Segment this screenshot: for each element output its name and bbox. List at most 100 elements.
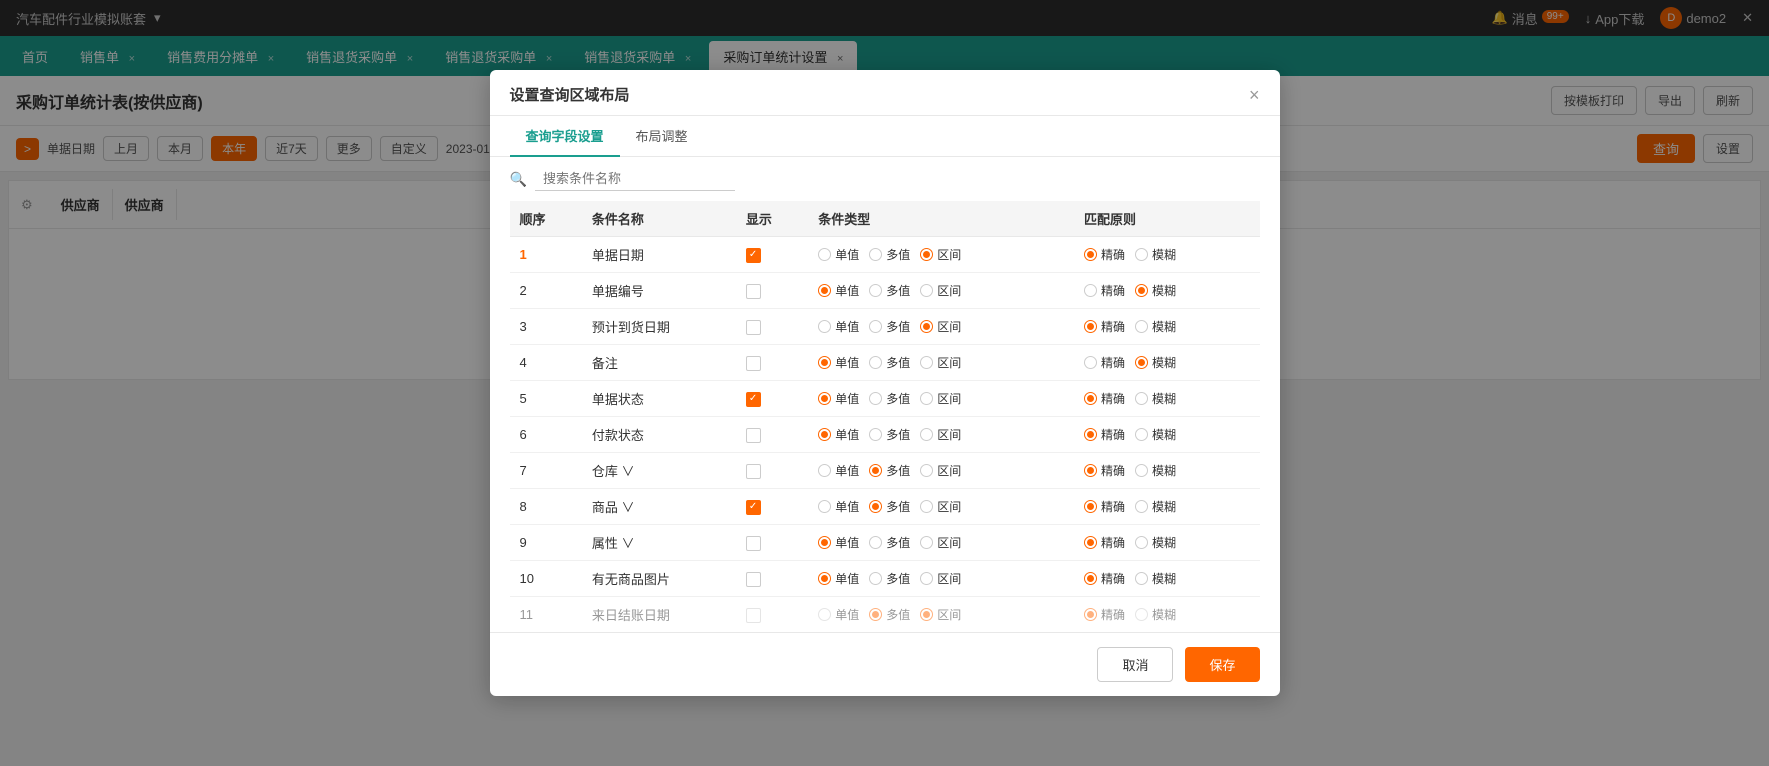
match-exact-radio[interactable] <box>1084 428 1097 441</box>
match-fuzzy-radio[interactable] <box>1135 356 1148 369</box>
row-match-cell: 精确模糊 <box>1074 489 1260 525</box>
type-multi-radio[interactable] <box>869 284 882 297</box>
match-fuzzy-radio[interactable] <box>1135 320 1148 333</box>
match-fuzzy-label: 模糊 <box>1152 246 1176 263</box>
match-exact-radio[interactable] <box>1084 392 1097 405</box>
type-range-radio[interactable] <box>920 320 933 333</box>
type-single-radio[interactable] <box>818 464 831 477</box>
row-condition-name: 商品 ∨ <box>582 489 736 525</box>
match-exact-radio[interactable] <box>1084 284 1097 297</box>
match-exact-label: 精确 <box>1101 354 1125 371</box>
type-range-label: 区间 <box>937 318 961 335</box>
type-single-radio[interactable] <box>818 500 831 513</box>
type-single-radio[interactable] <box>818 572 831 585</box>
type-multi-radio[interactable] <box>869 572 882 585</box>
match-exact-radio[interactable] <box>1084 500 1097 513</box>
type-multi-radio[interactable] <box>869 464 882 477</box>
row-order: 1 <box>510 237 582 273</box>
match-exact-radio[interactable] <box>1084 608 1097 621</box>
row-match-cell: 精确模糊 <box>1074 309 1260 345</box>
match-fuzzy-radio[interactable] <box>1135 428 1148 441</box>
type-radio-group: 单值多值区间 <box>818 354 1064 371</box>
show-checkbox[interactable] <box>746 572 761 587</box>
type-multi-radio[interactable] <box>869 500 882 513</box>
match-fuzzy-radio[interactable] <box>1135 284 1148 297</box>
type-range-radio[interactable] <box>920 608 933 621</box>
type-range-radio[interactable] <box>920 284 933 297</box>
type-radio-group: 单值多值区间 <box>818 282 1064 299</box>
type-multi-radio[interactable] <box>869 536 882 549</box>
type-range-radio[interactable] <box>920 464 933 477</box>
type-single-radio[interactable] <box>818 428 831 441</box>
cancel-button[interactable]: 取消 <box>1097 647 1173 682</box>
match-exact-label: 精确 <box>1101 426 1125 443</box>
type-single-radio[interactable] <box>818 284 831 297</box>
show-checkbox[interactable] <box>746 248 761 263</box>
modal-footer: 取消 保存 <box>490 632 1280 696</box>
show-checkbox[interactable] <box>746 392 761 407</box>
match-exact-radio[interactable] <box>1084 248 1097 261</box>
match-fuzzy-radio[interactable] <box>1135 572 1148 585</box>
show-checkbox[interactable] <box>746 536 761 551</box>
type-single-radio[interactable] <box>818 248 831 261</box>
type-single-radio[interactable] <box>818 536 831 549</box>
modal-search-area: 🔍 <box>490 157 1280 201</box>
show-checkbox[interactable] <box>746 608 761 623</box>
match-exact-radio[interactable] <box>1084 572 1097 585</box>
modal-close-button[interactable]: × <box>1249 86 1260 104</box>
match-exact-radio[interactable] <box>1084 356 1097 369</box>
match-exact-radio[interactable] <box>1084 536 1097 549</box>
type-range-radio[interactable] <box>920 356 933 369</box>
order-number: 7 <box>520 463 527 478</box>
type-multi-label: 多值 <box>886 282 910 299</box>
row-type-cell: 单值多值区间 <box>808 345 1074 381</box>
search-input[interactable] <box>535 167 735 191</box>
type-multi-radio[interactable] <box>869 608 882 621</box>
tab-layout[interactable]: 布局调整 <box>620 116 704 157</box>
type-range-radio[interactable] <box>920 572 933 585</box>
modal-header: 设置查询区域布局 × <box>490 70 1280 116</box>
match-exact-label: 精确 <box>1101 570 1125 587</box>
type-range-radio[interactable] <box>920 392 933 405</box>
show-checkbox[interactable] <box>746 428 761 443</box>
type-range-radio[interactable] <box>920 500 933 513</box>
match-radio-group: 精确模糊 <box>1084 426 1250 443</box>
row-condition-name: 预计到货日期 <box>582 309 736 345</box>
type-radio-group: 单值多值区间 <box>818 606 1064 623</box>
show-checkbox[interactable] <box>746 464 761 479</box>
type-single-radio[interactable] <box>818 392 831 405</box>
order-number: 11 <box>520 607 534 622</box>
type-radio-group: 单值多值区间 <box>818 534 1064 551</box>
type-single-radio[interactable] <box>818 356 831 369</box>
tab-query-fields[interactable]: 查询字段设置 <box>510 116 620 157</box>
show-checkbox[interactable] <box>746 356 761 371</box>
type-range-radio[interactable] <box>920 428 933 441</box>
show-checkbox[interactable] <box>746 320 761 335</box>
match-fuzzy-radio[interactable] <box>1135 248 1148 261</box>
match-fuzzy-radio[interactable] <box>1135 392 1148 405</box>
match-exact-radio[interactable] <box>1084 320 1097 333</box>
col-show: 显示 <box>736 201 808 237</box>
show-checkbox[interactable] <box>746 500 761 515</box>
save-button[interactable]: 保存 <box>1185 647 1259 682</box>
match-exact-label: 精确 <box>1101 282 1125 299</box>
match-fuzzy-radio[interactable] <box>1135 536 1148 549</box>
type-range-radio[interactable] <box>920 248 933 261</box>
type-multi-radio[interactable] <box>869 320 882 333</box>
match-exact-radio[interactable] <box>1084 464 1097 477</box>
type-single-radio[interactable] <box>818 608 831 621</box>
match-fuzzy-radio[interactable] <box>1135 500 1148 513</box>
row-match-cell: 精确模糊 <box>1074 345 1260 381</box>
type-single-radio[interactable] <box>818 320 831 333</box>
type-multi-radio[interactable] <box>869 248 882 261</box>
row-show-cell <box>736 381 808 417</box>
type-multi-radio[interactable] <box>869 428 882 441</box>
match-fuzzy-radio[interactable] <box>1135 464 1148 477</box>
match-fuzzy-label: 模糊 <box>1152 390 1176 407</box>
type-multi-radio[interactable] <box>869 356 882 369</box>
type-range-radio[interactable] <box>920 536 933 549</box>
type-multi-radio[interactable] <box>869 392 882 405</box>
show-checkbox[interactable] <box>746 284 761 299</box>
row-type-cell: 单值多值区间 <box>808 309 1074 345</box>
match-fuzzy-radio[interactable] <box>1135 608 1148 621</box>
